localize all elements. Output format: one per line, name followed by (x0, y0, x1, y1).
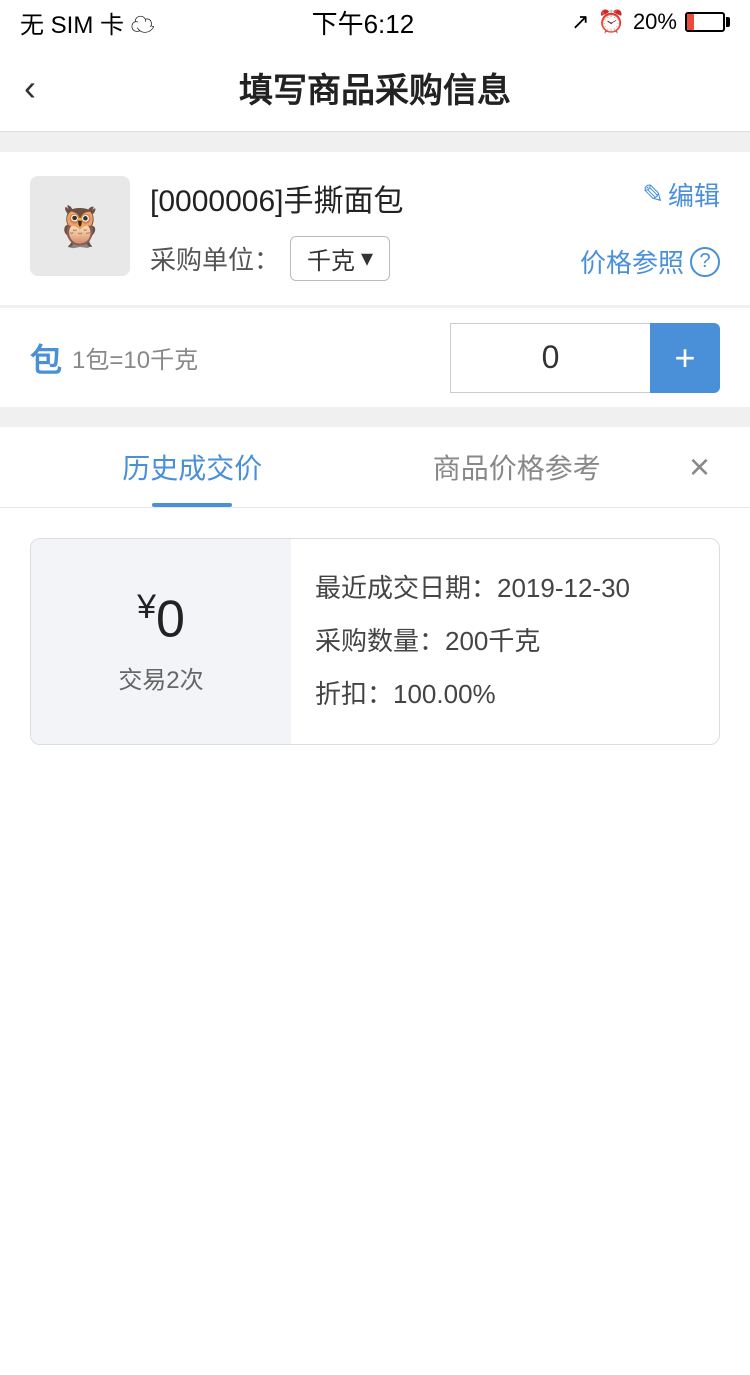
tab-close-button[interactable]: × (679, 446, 720, 488)
unit-label: 采购单位： (150, 240, 280, 277)
battery-percent: 20% (633, 9, 677, 35)
page-title: 填写商品采购信息 (239, 63, 511, 112)
back-button[interactable]: ‹ (24, 67, 36, 109)
unit-select[interactable]: 千克 ▾ (290, 236, 390, 281)
purchase-qty-row: 采购数量：200千克 (315, 622, 695, 661)
transaction-price: ¥0 (137, 588, 185, 649)
product-info: [0000006]手撕面包 采购单位： 千克 ▾ (150, 176, 403, 281)
quantity-label: 包 1包=10千克 (30, 335, 198, 381)
tab-content: ¥0 交易2次 最近成交日期：2019-12-30 采购数量：200千克 折扣：… (0, 508, 750, 775)
sim-signal-text: 无 SIM 卡 ☁ (20, 5, 155, 40)
status-time: 下午6:12 (312, 4, 415, 41)
transaction-summary: ¥0 交易2次 (31, 539, 291, 744)
content-spacer (0, 775, 750, 1375)
quantity-plus-button[interactable]: + (650, 323, 720, 393)
help-icon: ? (690, 247, 720, 277)
status-right: ↗ ⏰ 20% (571, 9, 730, 35)
status-bar: 无 SIM 卡 ☁ 下午6:12 ↗ ⏰ 20% (0, 0, 750, 44)
price-reference-button[interactable]: 价格参照 ? (580, 243, 720, 280)
alarm-icon: ⏰ (598, 9, 625, 35)
yen-symbol: ¥ (137, 588, 156, 626)
product-left: 🦉 [0000006]手撕面包 采购单位： 千克 ▾ (30, 176, 403, 281)
transaction-details: 最近成交日期：2019-12-30 采购数量：200千克 折扣：100.00% (291, 539, 719, 744)
product-header: 🦉 [0000006]手撕面包 采购单位： 千克 ▾ ✎ 编辑 价格参照 (30, 176, 720, 281)
tab-underline (152, 503, 232, 507)
status-left: 无 SIM 卡 ☁ (20, 5, 155, 40)
tab-history-price[interactable]: 历史成交价 (30, 427, 354, 507)
tab-product-price-reference[interactable]: 商品价格参考 (354, 427, 678, 507)
edit-button[interactable]: ✎ 编辑 (642, 176, 720, 213)
quantity-input[interactable] (450, 323, 650, 393)
transaction-count: 交易2次 (118, 660, 203, 695)
product-card: 🦉 [0000006]手撕面包 采购单位： 千克 ▾ ✎ 编辑 价格参照 (0, 152, 750, 305)
product-thumbnail: 🦉 (30, 176, 130, 276)
edit-icon: ✎ (642, 179, 664, 210)
unit-hint: 1包=10千克 (72, 340, 198, 375)
product-name: [0000006]手撕面包 (150, 176, 403, 220)
quantity-input-group: + (450, 323, 720, 393)
edit-label: 编辑 (668, 176, 720, 213)
unit-value: 千克 (307, 241, 355, 276)
price-ref-label: 价格参照 (580, 243, 684, 280)
unit-badge: 包 (30, 335, 62, 381)
tab-panel: 历史成交价 商品价格参考 × ¥0 交易2次 最近成交日期：2019-12-30… (0, 427, 750, 775)
transaction-card: ¥0 交易2次 最近成交日期：2019-12-30 采购数量：200千克 折扣：… (30, 538, 720, 745)
tab-header: 历史成交价 商品价格参考 × (0, 427, 750, 508)
battery-icon (685, 12, 730, 32)
nav-bar: ‹ 填写商品采购信息 (0, 44, 750, 132)
quantity-section: 包 1包=10千克 + (0, 307, 750, 407)
recent-date-row: 最近成交日期：2019-12-30 (315, 569, 695, 608)
product-unit-row: 采购单位： 千克 ▾ (150, 236, 403, 281)
discount-row: 折扣：100.00% (315, 675, 695, 714)
location-icon: ↗ (571, 9, 589, 35)
price-value: 0 (156, 591, 185, 649)
product-image-icon: 🦉 (55, 203, 105, 250)
unit-dropdown-icon: ▾ (361, 244, 373, 273)
